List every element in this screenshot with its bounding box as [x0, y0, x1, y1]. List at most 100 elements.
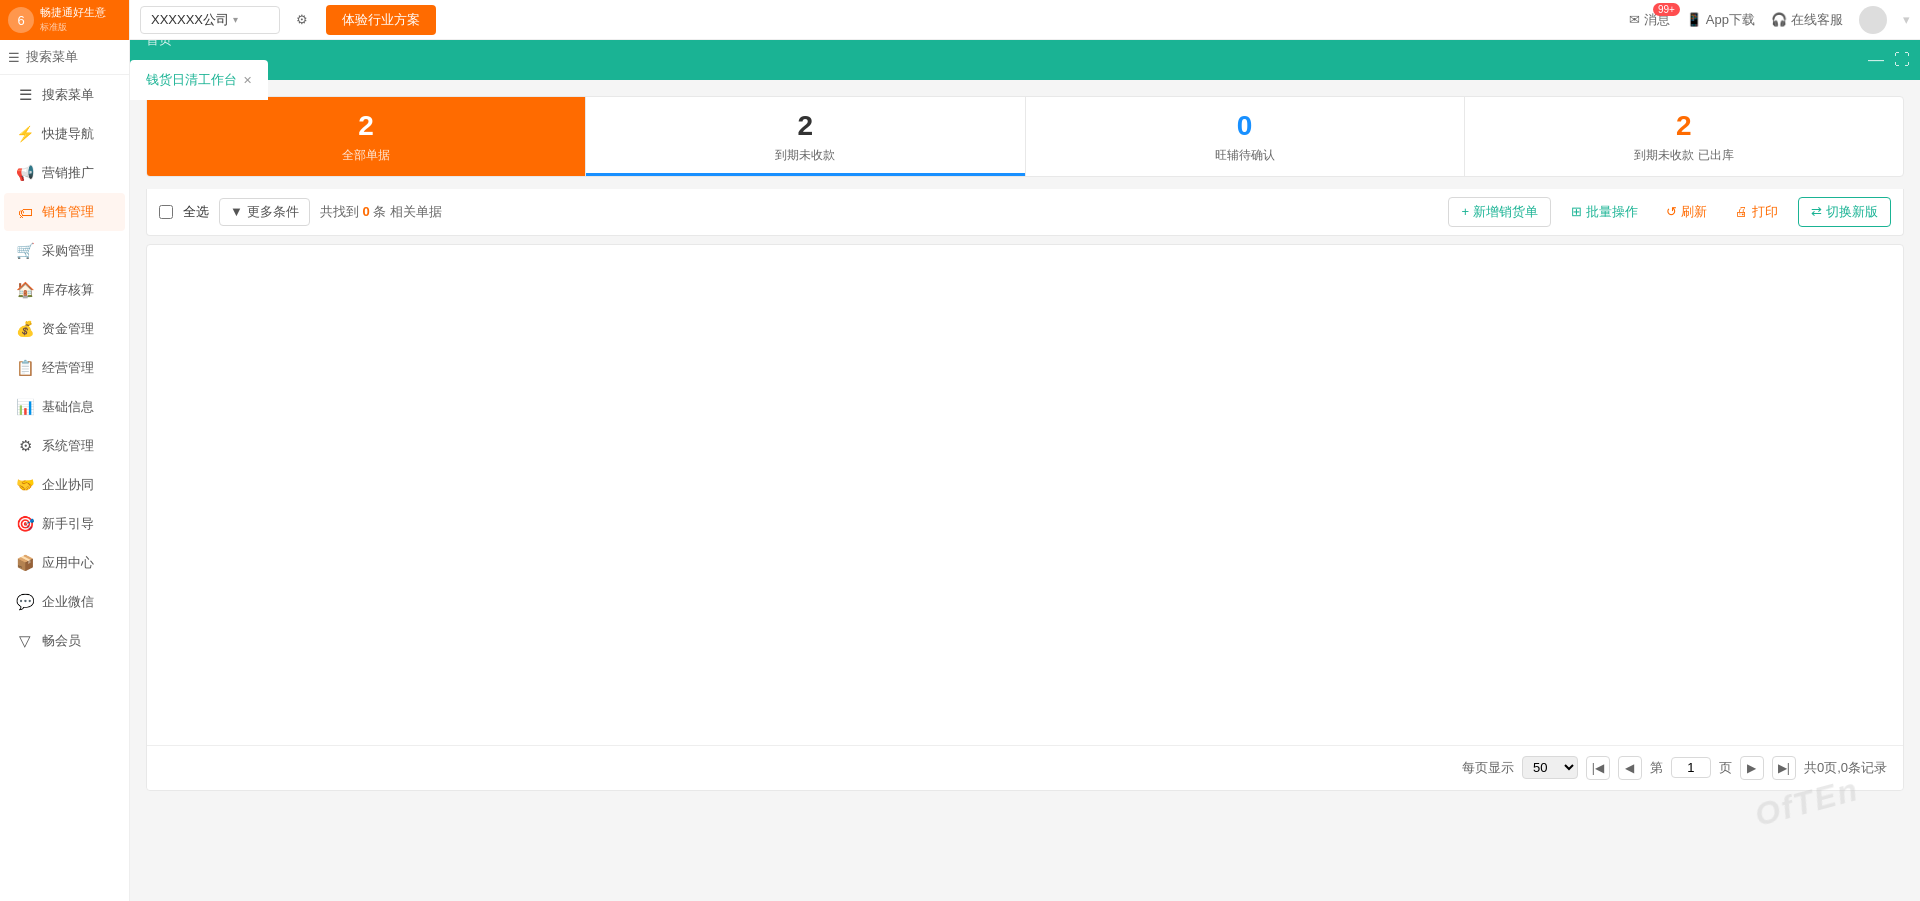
- sidebar-item-label: 库存核算: [42, 281, 94, 299]
- stat-card-overdue[interactable]: 2 到期未收款: [586, 97, 1025, 176]
- stat-label: 全部单据: [167, 147, 565, 164]
- sidebar-item-wechat[interactable]: 💬 企业微信: [4, 583, 125, 621]
- tab-minimize-button[interactable]: —: [1868, 51, 1884, 69]
- sidebar-item-app-center[interactable]: 📦 应用中心: [4, 544, 125, 582]
- sidebar-item-sales[interactable]: 🏷 销售管理: [4, 193, 125, 231]
- prev-page-button[interactable]: ◀: [1618, 756, 1642, 780]
- found-count: 0: [363, 204, 370, 219]
- cooperation-icon: 🤝: [16, 476, 34, 494]
- purchase-icon: 🛒: [16, 242, 34, 260]
- sidebar-item-inventory[interactable]: 🏠 库存核算: [4, 271, 125, 309]
- stat-card-all[interactable]: 2 全部单据: [147, 97, 586, 176]
- sidebar-item-marketing[interactable]: 📢 营销推广: [4, 154, 125, 192]
- print-icon: 🖨: [1735, 204, 1748, 219]
- sidebar-item-search[interactable]: ☰ 搜索菜单: [4, 76, 125, 114]
- sidebar-item-member[interactable]: ▽ 畅会员: [4, 622, 125, 660]
- trial-button[interactable]: 体验行业方案: [326, 5, 436, 35]
- stat-cards-container: 2 全部单据 2 到期未收款 0 旺辅待确认 2 到期未收款 已出库: [147, 97, 1903, 176]
- message-button[interactable]: ✉ 消息 99+: [1629, 11, 1670, 29]
- chevron-down-icon: ▾: [1903, 12, 1910, 27]
- select-all-checkbox[interactable]: [159, 205, 173, 219]
- refresh-button[interactable]: ↺ 刷新: [1658, 199, 1715, 225]
- search-icon: ☰: [8, 50, 20, 65]
- tab-bar: 首页钱货日清工作台✕ — ⛶: [130, 40, 1920, 80]
- chevron-down-icon: ▾: [233, 14, 238, 25]
- refresh-label: 刷新: [1681, 203, 1707, 221]
- message-icon: ✉: [1629, 12, 1640, 27]
- page-size-label: 每页显示: [1462, 759, 1514, 777]
- sidebar-item-label: 营销推广: [42, 164, 94, 182]
- select-all-label: 全选: [183, 203, 209, 221]
- sidebar-item-label: 采购管理: [42, 242, 94, 260]
- sidebar-item-label: 基础信息: [42, 398, 94, 416]
- marketing-icon: 📢: [16, 164, 34, 182]
- logo-text-area: 畅捷通好生意 标准版: [40, 6, 106, 34]
- last-page-button[interactable]: ▶|: [1772, 756, 1796, 780]
- filter-button[interactable]: ▼ 更多条件: [219, 198, 310, 226]
- user-menu-button[interactable]: ▾: [1903, 12, 1910, 27]
- sidebar-item-system[interactable]: ⚙ 系统管理: [4, 427, 125, 465]
- sidebar-item-label: 新手引导: [42, 515, 94, 533]
- total-pages-label: 共0页,0条记录: [1804, 759, 1887, 777]
- service-icon: 🎧: [1771, 12, 1787, 27]
- sidebar-item-basic-info[interactable]: 📊 基础信息: [4, 388, 125, 426]
- sidebar-item-label: 企业微信: [42, 593, 94, 611]
- stat-number: 2: [167, 109, 565, 143]
- app-subtitle: 标准版: [40, 21, 106, 34]
- top-header: XXXXXX公司 ▾ ⚙ 体验行业方案 ✉ 消息 99+ 📱 App下载 🎧 在…: [130, 0, 1920, 40]
- page-size-select[interactable]: 50 10 20 100: [1522, 756, 1578, 779]
- sidebar-item-label: 资金管理: [42, 320, 94, 338]
- sidebar-item-label: 企业协同: [42, 476, 94, 494]
- online-service-button[interactable]: 🎧 在线客服: [1771, 11, 1843, 29]
- switch-icon: ⇄: [1811, 204, 1822, 219]
- first-page-button[interactable]: |◀: [1586, 756, 1610, 780]
- stat-number: 0: [1046, 109, 1444, 143]
- sidebar-item-cooperation[interactable]: 🤝 企业协同: [4, 466, 125, 504]
- filter-label: 更多条件: [247, 203, 299, 221]
- header-right: ✉ 消息 99+ 📱 App下载 🎧 在线客服 ▾: [1629, 6, 1910, 34]
- tab-close-icon[interactable]: ✕: [243, 74, 252, 87]
- finance-icon: 💰: [16, 320, 34, 338]
- sidebar-item-quick-nav[interactable]: ⚡ 快捷导航: [4, 115, 125, 153]
- table-area: 每页显示 50 10 20 100 |◀ ◀ 第 页 ▶ ▶| 共0页,0条记录: [146, 244, 1904, 791]
- batch-operation-button[interactable]: ⊞ 批量操作: [1563, 199, 1646, 225]
- company-selector[interactable]: XXXXXX公司 ▾: [140, 6, 280, 34]
- tab-expand-button[interactable]: ⛶: [1894, 51, 1910, 69]
- sales-icon: 🏷: [16, 204, 34, 221]
- stat-label: 到期未收款: [606, 147, 1004, 164]
- search-label: 搜索菜单: [26, 48, 78, 66]
- app-center-icon: 📦: [16, 554, 34, 572]
- app-download-button[interactable]: 📱 App下载: [1686, 11, 1755, 29]
- pagination: 每页显示 50 10 20 100 |◀ ◀ 第 页 ▶ ▶| 共0页,0条记录: [147, 745, 1903, 790]
- batch-icon: ⊞: [1571, 204, 1582, 219]
- page-input[interactable]: [1671, 757, 1711, 778]
- tab-underline: [586, 173, 1024, 176]
- sidebar-item-finance[interactable]: 💰 资金管理: [4, 310, 125, 348]
- new-sale-button[interactable]: + 新增销货单: [1448, 197, 1551, 227]
- user-avatar[interactable]: [1859, 6, 1887, 34]
- add-icon: +: [1461, 204, 1469, 219]
- sidebar-item-operations[interactable]: 📋 经营管理: [4, 349, 125, 387]
- print-button[interactable]: 🖨 打印: [1727, 199, 1786, 225]
- sidebar-item-guide[interactable]: 🎯 新手引导: [4, 505, 125, 543]
- download-icon: 📱: [1686, 12, 1702, 27]
- new-btn-label: 新增销货单: [1473, 203, 1538, 221]
- found-suffix: 相关单据: [390, 204, 442, 219]
- stat-number: 2: [1485, 109, 1883, 143]
- sidebar-search[interactable]: ☰ 搜索菜单: [0, 40, 129, 75]
- switch-version-button[interactable]: ⇄ 切换新版: [1798, 197, 1891, 227]
- settings-button[interactable]: ⚙: [288, 6, 316, 34]
- company-name: XXXXXX公司: [151, 11, 229, 29]
- quick-nav-icon: ⚡: [16, 125, 34, 143]
- search-icon: ☰: [16, 86, 34, 104]
- tab-钱货日清工作台[interactable]: 钱货日清工作台✕: [130, 60, 268, 100]
- next-page-button[interactable]: ▶: [1740, 756, 1764, 780]
- sidebar-item-purchase[interactable]: 🛒 采购管理: [4, 232, 125, 270]
- stat-label: 旺辅待确认: [1046, 147, 1444, 164]
- stat-card-overdue-shipped[interactable]: 2 到期未收款 已出库: [1465, 97, 1903, 176]
- sidebar-item-label: 系统管理: [42, 437, 94, 455]
- toolbar: 全选 ▼ 更多条件 共找到 0 条 相关单据 + 新增销货单 ⊞ 批量操作 ↺: [146, 189, 1904, 236]
- stat-label: 到期未收款 已出库: [1485, 147, 1883, 164]
- found-text: 共找到 0 条 相关单据: [320, 203, 442, 221]
- stat-card-pending[interactable]: 0 旺辅待确认: [1026, 97, 1465, 176]
